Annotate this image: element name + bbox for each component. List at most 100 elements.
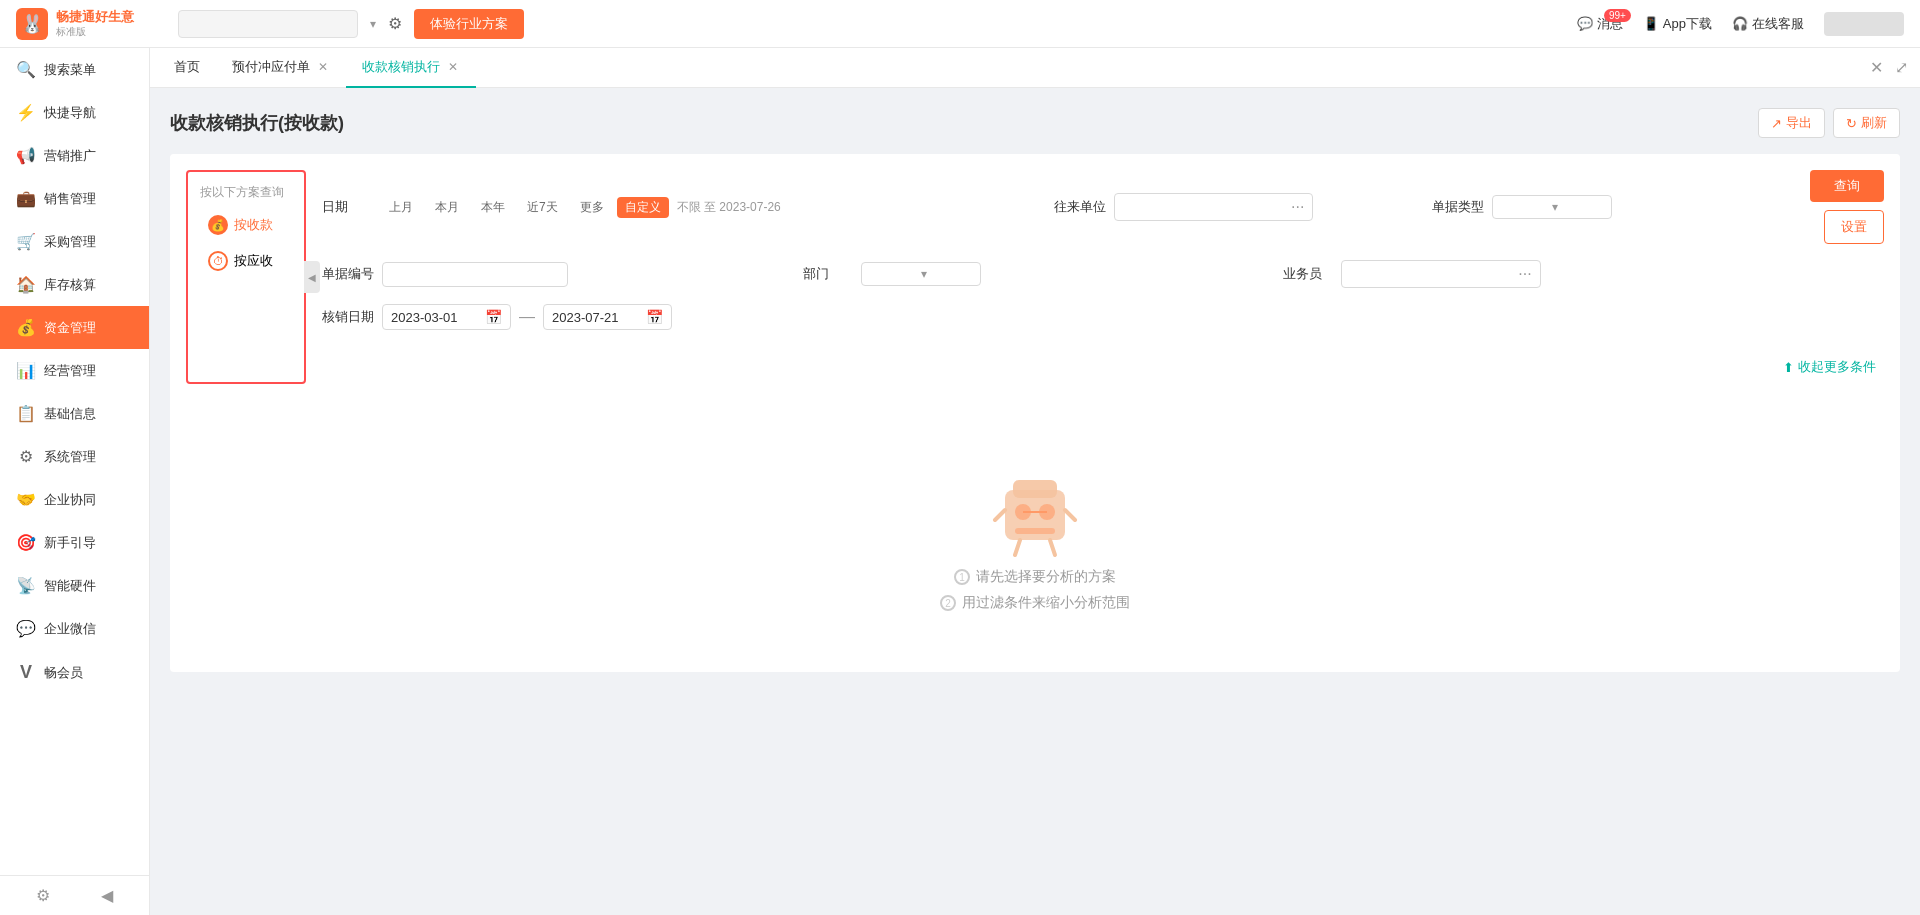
counterparty-more-icon[interactable]: ···: [1291, 198, 1304, 216]
date-btn-this-year[interactable]: 本年: [472, 196, 514, 219]
sidebar-item-marketing[interactable]: 📢 营销推广: [0, 134, 149, 177]
staff-input[interactable]: [1350, 267, 1518, 282]
collab-icon: 🤝: [16, 490, 36, 509]
tab-collection[interactable]: 收款核销执行 ✕: [346, 48, 476, 88]
sidebar-label-operations: 经营管理: [44, 362, 96, 380]
system-icon: ⚙: [16, 447, 36, 466]
sidebar-item-finance[interactable]: 💰 资金管理: [0, 306, 149, 349]
filter-option-by-collection[interactable]: 💰 按收款: [200, 209, 292, 241]
page-title: 收款核销执行(按收款): [170, 111, 344, 135]
sidebar-item-collab[interactable]: 🤝 企业协同: [0, 478, 149, 521]
filter-dept-field: 部门 ▾: [803, 262, 1260, 286]
date-btn-7days[interactable]: 近7天: [518, 196, 567, 219]
tab-home-label: 首页: [174, 58, 200, 76]
date-btn-more[interactable]: 更多: [571, 196, 613, 219]
sidebar-item-system[interactable]: ⚙ 系统管理: [0, 435, 149, 478]
sidebar-item-hardware[interactable]: 📡 智能硬件: [0, 564, 149, 607]
empty-robot-svg: [975, 460, 1095, 560]
industry-btn[interactable]: 体验行业方案: [414, 9, 524, 39]
staff-input-wrap: ···: [1341, 260, 1540, 288]
filter-voucher-no-field: 单据编号: [322, 262, 779, 287]
sidebar-settings-icon[interactable]: ⚙: [36, 886, 50, 905]
writeoff-date-inputs: 2023-03-01 📅 — 2023-07-21 📅: [382, 304, 672, 330]
sidebar-item-basicinfo[interactable]: 📋 基础信息: [0, 392, 149, 435]
header-service-btn[interactable]: 🎧 在线客服: [1732, 15, 1804, 33]
filter-counterparty-field: 往来单位 ···: [1054, 193, 1408, 221]
svg-line-7: [1065, 510, 1075, 520]
collapse-more-btn[interactable]: ⬆ 收起更多条件: [1775, 350, 1884, 384]
sidebar-item-search[interactable]: 🔍 搜索菜单: [0, 48, 149, 91]
tab-prepay[interactable]: 预付冲应付单 ✕: [216, 48, 346, 88]
sidebar-item-quicknav[interactable]: ⚡ 快捷导航: [0, 91, 149, 134]
setting-button[interactable]: 设置: [1824, 210, 1884, 244]
export-label: 导出: [1786, 114, 1812, 132]
sidebar-item-operations[interactable]: 📊 经营管理: [0, 349, 149, 392]
staff-more-icon[interactable]: ···: [1518, 265, 1531, 283]
dept-select[interactable]: ▾: [861, 262, 981, 286]
date-range-separator: —: [519, 308, 535, 326]
receivable-option-icon: ⏱: [208, 251, 228, 271]
filter-option-receivable-label: 按应收: [234, 252, 273, 270]
refresh-button[interactable]: ↻ 刷新: [1833, 108, 1900, 138]
empty-state: 1 请先选择要分析的方案 2 用过滤条件来缩小分析范围: [170, 400, 1900, 672]
tab-maximize-icon[interactable]: ⤢: [1891, 54, 1912, 81]
writeoff-end-input[interactable]: 2023-07-21: [552, 310, 642, 325]
sidebar-collapse-icon[interactable]: ◀: [101, 886, 113, 905]
header-msg-btn[interactable]: 💬 消息 99+: [1577, 15, 1623, 33]
tab-close-all-icon[interactable]: ✕: [1866, 54, 1887, 81]
export-button[interactable]: ↗ 导出: [1758, 108, 1825, 138]
main-content-inner: 按以下方案查询 💰 按收款 ⏱ 按应收 ◀: [170, 154, 1900, 672]
tab-collection-close[interactable]: ✕: [446, 58, 460, 76]
brand-main-text: 畅捷通好生意: [56, 9, 134, 26]
filter-option-by-receivable[interactable]: ⏱ 按应收: [200, 245, 292, 277]
page-content: 收款核销执行(按收款) ↗ 导出 ↻ 刷新 按以: [150, 88, 1920, 915]
svg-rect-5: [1015, 528, 1055, 534]
date-custom-tag[interactable]: 自定义: [617, 197, 669, 218]
counterparty-input[interactable]: [1123, 200, 1291, 215]
sidebar-item-guide[interactable]: 🎯 新手引导: [0, 521, 149, 564]
tab-home[interactable]: 首页: [158, 48, 216, 88]
filter-row-1: 日期 上月 本月 本年 近7天 更多 自定义 不限 至 2023-07-26: [322, 170, 1884, 244]
writeoff-start-calendar-icon[interactable]: 📅: [485, 309, 502, 325]
brand-logo: 🐰: [16, 8, 48, 40]
header-user-area[interactable]: [1824, 12, 1904, 36]
query-button[interactable]: 查询: [1810, 170, 1884, 202]
svg-line-9: [1050, 540, 1055, 555]
svg-line-8: [1015, 540, 1020, 555]
sales-icon: 💼: [16, 189, 36, 208]
voucher-type-select[interactable]: ▾: [1492, 195, 1612, 219]
header-app-btn[interactable]: 📱 App下载: [1643, 15, 1712, 33]
writeoff-date-label: 核销日期: [322, 308, 374, 326]
sidebar-label-sales: 销售管理: [44, 190, 96, 208]
sidebar-item-member[interactable]: V 畅会员: [0, 650, 149, 695]
basicinfo-icon: 📋: [16, 404, 36, 423]
collapse-icon: ⬆: [1783, 360, 1794, 375]
voucher-type-label: 单据类型: [1432, 198, 1484, 216]
filter-voucher-type-field: 单据类型 ▾: [1432, 195, 1786, 219]
empty-hint-2: 2 用过滤条件来缩小分析范围: [940, 594, 1130, 612]
sidebar-label-basicinfo: 基础信息: [44, 405, 96, 423]
brand-sub-text: 标准版: [56, 25, 134, 38]
sidebar-label-hardware: 智能硬件: [44, 577, 96, 595]
tab-prepay-close[interactable]: ✕: [316, 58, 330, 76]
date-btn-this-month[interactable]: 本月: [426, 196, 468, 219]
marketing-icon: 📢: [16, 146, 36, 165]
app-label: App下载: [1663, 15, 1712, 33]
voucher-no-input[interactable]: [391, 267, 559, 282]
writeoff-start-input[interactable]: 2023-03-01: [391, 310, 481, 325]
sidebar-item-purchase[interactable]: 🛒 采购管理: [0, 220, 149, 263]
inventory-icon: 🏠: [16, 275, 36, 294]
member-icon: V: [16, 662, 36, 683]
sidebar-item-wecom[interactable]: 💬 企业微信: [0, 607, 149, 650]
header-dropdown-icon[interactable]: ▾: [370, 17, 376, 31]
guide-icon: 🎯: [16, 533, 36, 552]
writeoff-end-calendar-icon[interactable]: 📅: [646, 309, 663, 325]
sidebar-item-inventory[interactable]: 🏠 库存核算: [0, 263, 149, 306]
staff-label: 业务员: [1283, 265, 1333, 283]
header-settings-icon[interactable]: ⚙: [388, 14, 402, 33]
sidebar: 🔍 搜索菜单 ⚡ 快捷导航 📢 营销推广 💼 销售管理 🛒 采购管理 🏠 库存核…: [0, 48, 150, 915]
header-search-box: [178, 10, 358, 38]
sidebar-item-sales[interactable]: 💼 销售管理: [0, 177, 149, 220]
filter-left-collapse-btn[interactable]: ◀: [304, 261, 320, 293]
date-btn-last-month[interactable]: 上月: [380, 196, 422, 219]
